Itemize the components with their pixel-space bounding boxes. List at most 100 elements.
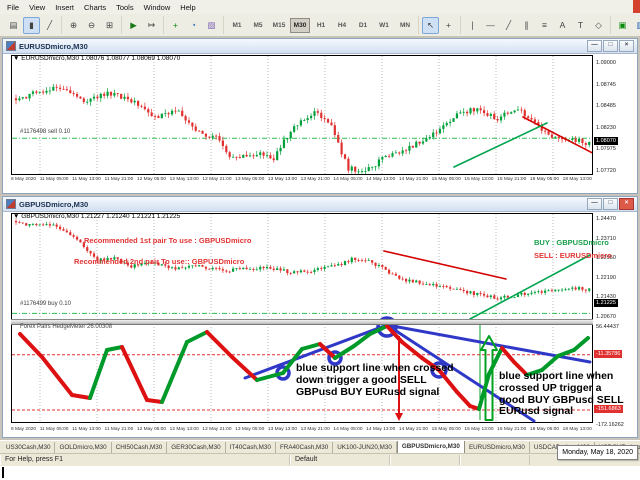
time-label: 12 May 05:00 (136, 427, 166, 432)
note-sell-signal: blue support line when crossed down trig… (296, 362, 454, 398)
indicators-icon[interactable]: + (167, 17, 184, 34)
timeframe-group: M1 M5 M15 M30 H1 H4 D1 W1 MN (224, 16, 419, 34)
chart1-time-axis: 8 May 2020 11 May 05:00 11 May 13:00 11 May… (11, 175, 592, 186)
time-label: 18 May 05:00 (529, 427, 559, 432)
buy-signal-text: BUY : GBPUSDmicro (534, 238, 609, 247)
status-cell (460, 455, 530, 465)
horizontal-line-icon[interactable]: — (482, 17, 499, 34)
recommended-pair-1-text: Recommended 1st pair To use : GBPUSDmicr… (84, 236, 252, 245)
restore-icon[interactable]: □ (603, 40, 618, 52)
auto-scroll-icon[interactable]: ▶ (125, 17, 142, 34)
app-close-button[interactable] (633, 0, 640, 13)
time-label: 14 May 05:00 (333, 177, 363, 182)
time-label: 14 May 21:00 (398, 177, 428, 182)
price-axis-label: 1.24470 (596, 216, 616, 222)
trendline-icon[interactable]: ╱ (500, 17, 517, 34)
time-label: 14 May 13:00 (366, 177, 396, 182)
time-label: 12 May 13:00 (169, 427, 199, 432)
minimize-icon[interactable]: — (587, 198, 602, 210)
time-label: 12 May 13:00 (169, 177, 199, 182)
price-axis-label: 1.08745 (596, 81, 616, 88)
time-label: 12 May 21:00 (202, 427, 232, 432)
time-label: 15 May 21:00 (497, 427, 527, 432)
menu-item-insert[interactable]: Insert (50, 3, 79, 12)
timeframe-m1[interactable]: M1 (227, 18, 247, 33)
current-price-tag: 1.21225 (594, 298, 618, 307)
periods-icon[interactable]: ◔ (185, 17, 202, 34)
chart1-titlebar[interactable]: EURUSDmicro,M30 — □ × (3, 39, 637, 54)
text-icon[interactable]: A (554, 17, 571, 34)
price-axis-label: 1.08485 (596, 103, 616, 110)
menu-item-file[interactable]: File (2, 3, 24, 12)
cursor-icon[interactable]: ↖ (422, 16, 439, 34)
timeframe-d1[interactable]: D1 (353, 18, 373, 33)
timeframe-h1[interactable]: H1 (311, 18, 331, 33)
time-label: 13 May 05:00 (235, 427, 265, 432)
price-axis-label: 1.09000 (596, 60, 616, 66)
chart1-price-axis: 1.09000 1.08745 1.08485 1.08230 1.07975 1.077… (593, 53, 636, 193)
label-icon[interactable]: T (572, 17, 589, 34)
timeframe-m30[interactable]: M30 (290, 17, 310, 33)
chart-shift-icon[interactable]: ↦ (143, 17, 160, 34)
zoom-out-icon[interactable]: ⊖ (83, 17, 100, 34)
menu-item-help[interactable]: Help (175, 3, 200, 12)
time-label: 13 May 13:00 (267, 177, 297, 182)
line-chart-icon[interactable]: ╱ (41, 17, 58, 34)
timeframe-m5[interactable]: M5 (248, 18, 268, 33)
price-axis-label: 1.07720 (596, 168, 616, 174)
toolbar-group: ▤ ▮ ╱ (2, 16, 62, 34)
fibonacci-icon[interactable]: ≡ (536, 17, 553, 34)
close-icon[interactable]: × (619, 40, 634, 52)
minimize-icon[interactable]: — (587, 40, 602, 52)
p2-canvas (12, 214, 592, 320)
channel-icon[interactable]: ∥ (518, 17, 535, 34)
menu-item-tools[interactable]: Tools (111, 3, 139, 12)
toolbar-group: ∣ — ╱ ∥ ≡ A T ◇ (461, 16, 611, 34)
zoom-in-icon[interactable]: ⊕ (65, 17, 82, 34)
time-label: 18 May 13:00 (562, 427, 592, 432)
price-axis-label: 1.07975 (596, 146, 616, 153)
time-label: 13 May 13:00 (267, 427, 297, 432)
vertical-line-icon[interactable]: ∣ (464, 17, 481, 34)
note-buy-signal: blue support line when crossed UP trigge… (499, 370, 624, 418)
bar-chart-icon[interactable]: ▤ (5, 17, 22, 34)
chart2-titlebar[interactable]: GBPUSDmicro,M30 — □ × (3, 197, 637, 212)
toolbar-group: ⊕ ⊖ ⊞ (62, 16, 122, 34)
menu-item-charts[interactable]: Charts (79, 3, 111, 12)
shapes-icon[interactable]: ◇ (590, 17, 607, 34)
toolbar: ▤ ▮ ╱ ⊕ ⊖ ⊞ ▶ ↦ + ◔ ▨ M1 M5 M15 M30 H1 H4 D1 W1 MN ↖ + ∣ — ╱ ∥ ≡ A T… (0, 14, 640, 37)
timeframe-w1[interactable]: W1 (374, 18, 394, 33)
timeframe-mn[interactable]: MN (395, 18, 415, 33)
menu-item-view[interactable]: View (24, 3, 50, 12)
tile-windows-icon[interactable]: ⊞ (101, 17, 118, 34)
chart1-ohlc-info: ▼ EURUSDmicro,M30 1.08076 1.08077 1.0806… (13, 55, 181, 62)
chart1-plot[interactable] (11, 55, 609, 176)
close-icon[interactable]: × (619, 198, 634, 210)
crosshair-icon[interactable]: + (440, 17, 457, 34)
time-label: 11 May 13:00 (72, 427, 101, 432)
new-chart-icon[interactable]: ▣ (614, 17, 631, 34)
profiles-icon[interactable]: ▥ (632, 17, 640, 34)
status-date: Monday, May 18, 2020 (557, 445, 638, 460)
timeframe-m15[interactable]: M15 (269, 18, 289, 33)
chart-icon (6, 199, 16, 209)
time-label: 14 May 21:00 (398, 427, 428, 432)
menubar: File View Insert Charts Tools Window Help (0, 0, 640, 15)
chart2-plot[interactable] (11, 213, 593, 321)
indicator-axis-max: 56.44437 (596, 324, 619, 330)
indicator-label: Forex Pairs HedgeMeter 26.00308 (20, 324, 113, 330)
time-label: 15 May 13:00 (464, 427, 494, 432)
candlestick-icon[interactable]: ▮ (23, 16, 40, 34)
menu-item-window[interactable]: Window (139, 3, 176, 12)
edit-area (0, 465, 640, 480)
symbol-tabs-bar: US30Cash,M30 GOLDmicro,M30 CHI50Cash,M30 GE… (0, 440, 640, 454)
status-profile[interactable]: Default (290, 455, 390, 465)
templates-icon[interactable]: ▨ (203, 17, 220, 34)
time-label: 15 May 13:00 (464, 177, 494, 182)
timeframe-h4[interactable]: H4 (332, 18, 352, 33)
time-label: 14 May 05:00 (333, 427, 363, 432)
chart2-ohlc-info: ▼ GBPUSDmicro,M30 1.21227 1.21240 1.2122… (13, 213, 181, 220)
restore-icon[interactable]: □ (603, 198, 618, 210)
tab-gbpusdmicro-m30[interactable]: GBPUSDmicro,M30 (396, 441, 465, 454)
time-label: 11 May 05:00 (39, 177, 69, 182)
